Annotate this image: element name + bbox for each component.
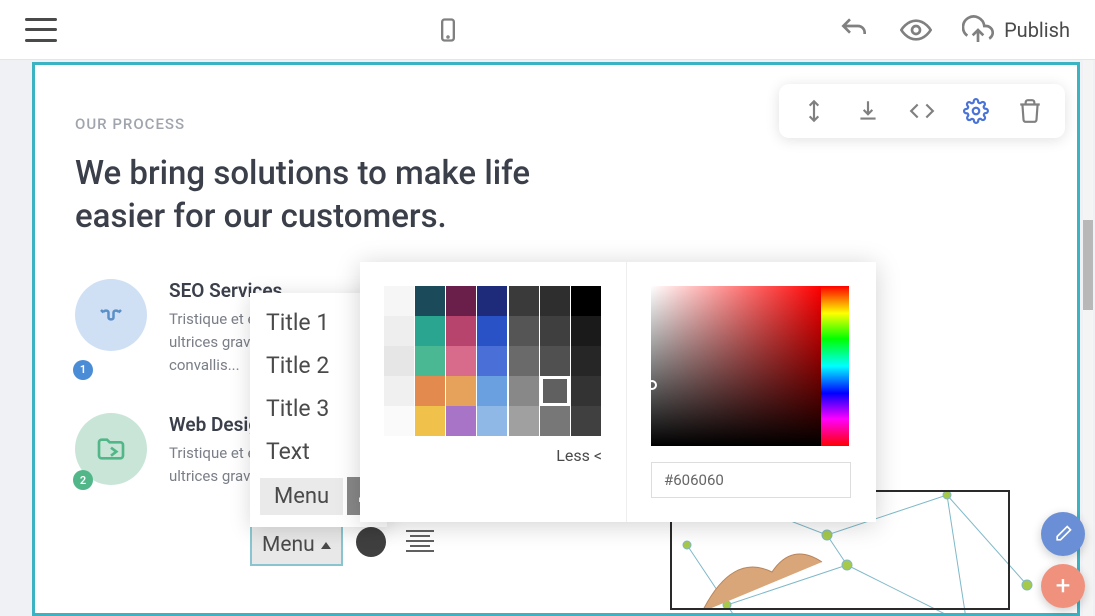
caret-up-icon <box>321 542 331 549</box>
align-center-icon[interactable] <box>406 527 434 555</box>
color-swatch[interactable] <box>540 406 570 436</box>
color-swatch[interactable] <box>477 346 507 376</box>
color-swatch[interactable] <box>571 316 601 346</box>
color-gradient-area[interactable] <box>651 286 851 446</box>
undo-icon[interactable] <box>838 14 870 46</box>
feature-badge: 2 <box>73 470 93 490</box>
color-swatch[interactable] <box>571 286 601 316</box>
hex-input[interactable] <box>651 462 851 498</box>
color-swatch[interactable] <box>415 376 445 406</box>
preview-eye-icon[interactable] <box>900 14 932 46</box>
color-swatch[interactable] <box>384 316 414 346</box>
menu-button-label: Menu <box>262 533 315 557</box>
color-swatch[interactable] <box>477 376 507 406</box>
block-toolbar <box>779 84 1065 138</box>
color-swatch[interactable] <box>415 346 445 376</box>
color-swatch[interactable] <box>509 316 539 346</box>
color-swatch[interactable] <box>446 376 476 406</box>
color-swatch[interactable] <box>509 406 539 436</box>
color-swatch[interactable] <box>540 376 570 406</box>
publish-label: Publish <box>1004 18 1070 42</box>
trash-icon[interactable] <box>1017 98 1043 124</box>
color-swatch[interactable] <box>384 376 414 406</box>
color-pointer[interactable] <box>647 380 657 390</box>
less-toggle[interactable]: Less < <box>384 446 602 465</box>
color-swatch[interactable] <box>509 376 539 406</box>
color-swatch[interactable] <box>571 376 601 406</box>
dropdown-menu-button[interactable]: Menu <box>260 478 343 515</box>
color-swatch[interactable] <box>540 346 570 376</box>
text-menu-button[interactable]: Menu <box>250 524 343 566</box>
color-swatch[interactable] <box>477 316 507 346</box>
color-swatch[interactable] <box>415 316 445 346</box>
text-color-swatch[interactable] <box>356 527 386 557</box>
color-swatch[interactable] <box>540 316 570 346</box>
feature-badge: 1 <box>73 360 93 380</box>
color-swatch[interactable] <box>446 316 476 346</box>
fab-add-button[interactable]: + <box>1041 564 1085 608</box>
code-icon[interactable] <box>909 98 935 124</box>
move-vertical-icon[interactable] <box>801 98 827 124</box>
color-swatch[interactable] <box>384 346 414 376</box>
fab-edit-button[interactable] <box>1041 512 1085 556</box>
saturation-value-area[interactable] <box>651 286 821 446</box>
color-swatch[interactable] <box>477 406 507 436</box>
top-toolbar: Publish <box>0 0 1095 60</box>
color-swatch[interactable] <box>384 406 414 436</box>
mobile-preview-icon[interactable] <box>434 16 462 44</box>
color-swatch[interactable] <box>571 346 601 376</box>
feature-icon-seo <box>75 279 147 351</box>
color-swatch[interactable] <box>509 346 539 376</box>
color-swatch[interactable] <box>415 406 445 436</box>
section-heading[interactable]: We bring solutions to make life easier f… <box>75 153 595 239</box>
swatch-grid <box>384 286 602 436</box>
color-swatch[interactable] <box>446 286 476 316</box>
hue-slider[interactable] <box>821 286 849 446</box>
color-swatch[interactable] <box>446 406 476 436</box>
publish-button[interactable]: Publish <box>962 14 1070 46</box>
color-picker-panel: Less < <box>360 262 876 522</box>
color-swatch[interactable] <box>446 346 476 376</box>
color-swatch[interactable] <box>477 286 507 316</box>
color-swatch[interactable] <box>540 286 570 316</box>
hamburger-menu-icon[interactable] <box>25 18 57 42</box>
download-icon[interactable] <box>855 98 881 124</box>
cloud-upload-icon <box>962 14 994 46</box>
color-swatch[interactable] <box>415 286 445 316</box>
color-swatch[interactable] <box>571 406 601 436</box>
color-swatch[interactable] <box>509 286 539 316</box>
color-swatch[interactable] <box>384 286 414 316</box>
settings-gear-icon[interactable] <box>963 98 989 124</box>
